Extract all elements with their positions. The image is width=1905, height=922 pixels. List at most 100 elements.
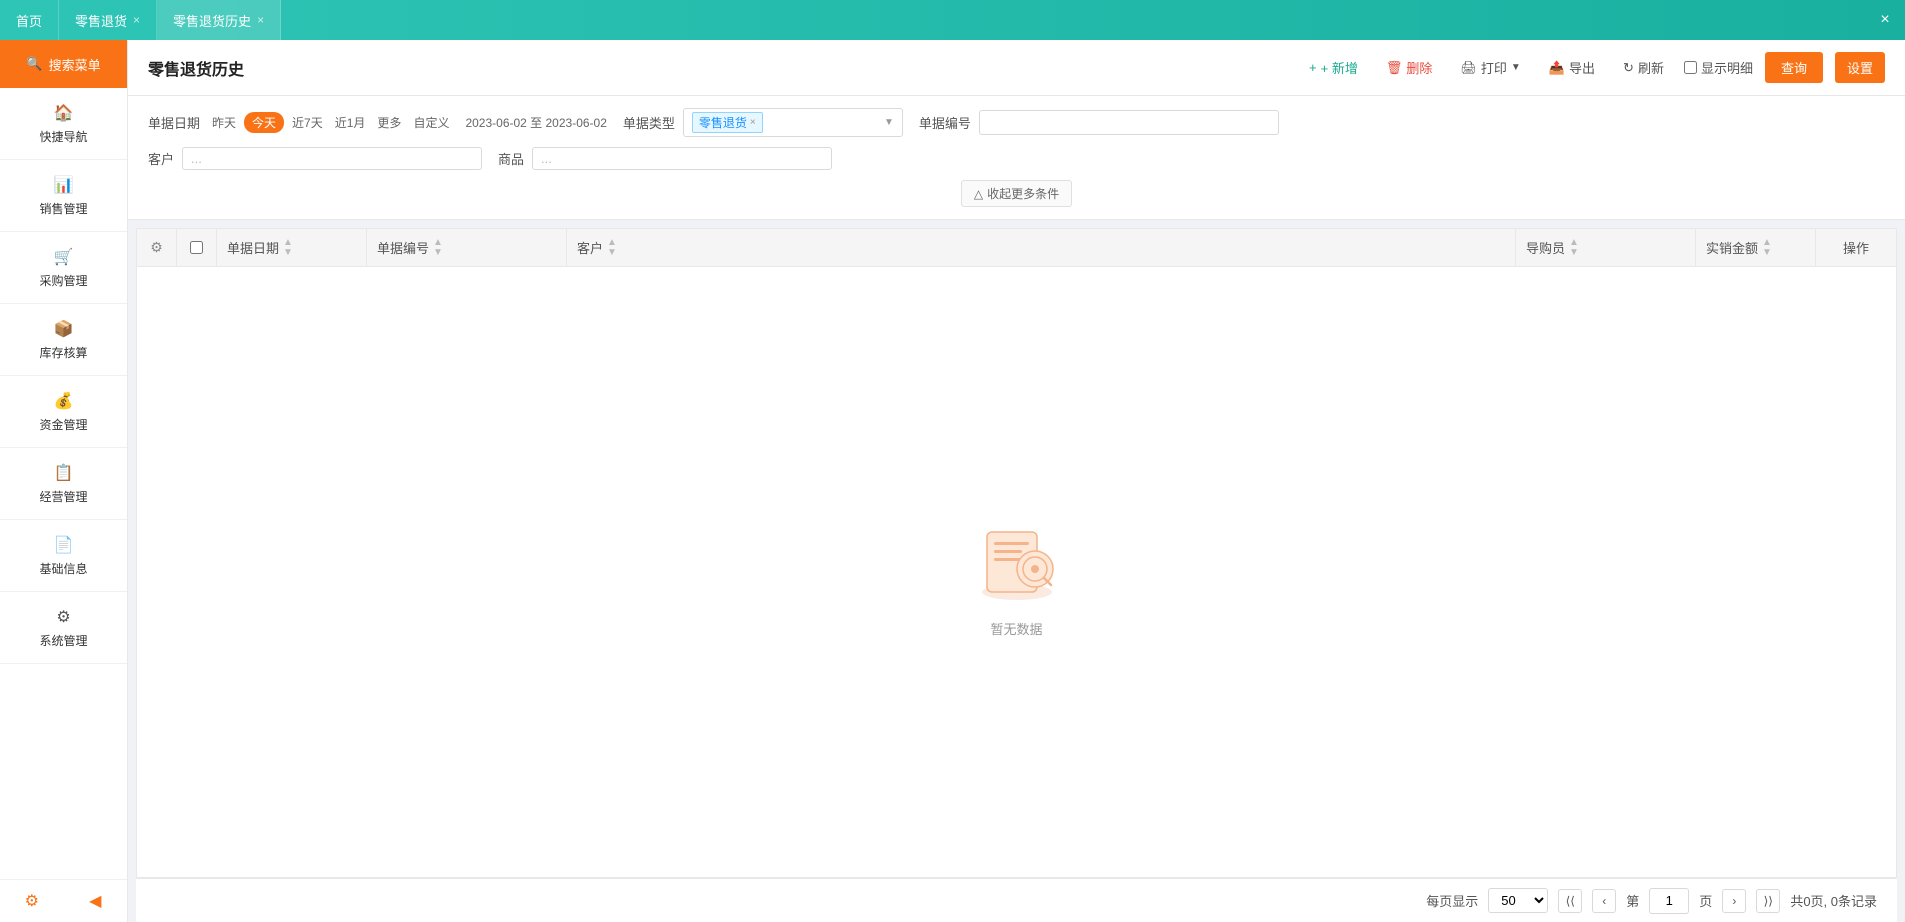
table-select-all-checkbox[interactable] — [177, 229, 217, 266]
collapse-filter-button[interactable]: △ 收起更多条件 — [961, 180, 1072, 207]
customer-placeholder: ... — [191, 151, 202, 166]
show-detail-label: 显示明细 — [1701, 58, 1753, 77]
page-label: 第 — [1626, 891, 1639, 910]
sidebar-item-quicknav-label: 快捷导航 — [39, 128, 87, 145]
sidebar-item-operations-label: 经营管理 — [39, 488, 87, 505]
sidebar-search-button[interactable]: 🔍 搜索菜单 — [0, 40, 127, 88]
table-header: ⚙ 单据日期 ▲▼ 单据编号 ▲▼ 客户 ▲▼ 导购员 — [137, 229, 1896, 267]
sidebar-settings-button[interactable]: ⚙ — [0, 880, 64, 922]
docno-filter-label: 单据编号 — [919, 113, 971, 132]
print-icon: 🖨 — [1460, 60, 1477, 76]
content-area: 零售退货历史 + + 新增 🗑 删除 🖨 打印 ▼ 📤 导出 — [128, 40, 1905, 922]
type-filter-label: 单据类型 — [623, 113, 675, 132]
show-detail-checkbox[interactable]: 显示明细 — [1684, 58, 1753, 77]
per-page-select[interactable]: 50 10 20 100 — [1488, 888, 1548, 913]
next-page-button[interactable]: › — [1722, 889, 1746, 913]
export-button[interactable]: 📤 导出 — [1541, 54, 1603, 81]
th-salesperson-sort-icon: ▲▼ — [1569, 238, 1579, 258]
last-page-button[interactable]: ⟩⟩ — [1756, 889, 1780, 913]
refresh-icon: ↻ — [1623, 60, 1634, 76]
sidebar-item-purchase[interactable]: 🛒 采购管理 — [0, 232, 127, 304]
system-icon: ⚙ — [53, 606, 75, 628]
type-filter-select[interactable]: 零售退货 × ▼ — [683, 108, 903, 137]
sidebar-item-inventory[interactable]: 📦 库存核算 — [0, 304, 127, 376]
sidebar-item-finance[interactable]: 💰 资金管理 — [0, 376, 127, 448]
filter-settings-button[interactable]: 设置 — [1835, 52, 1885, 83]
filter-row-2: 客户 ... 商品 ... — [148, 147, 1885, 170]
print-arrow-icon: ▼ — [1511, 62, 1521, 73]
date-7days-btn[interactable]: 近7天 — [288, 112, 327, 133]
tab-retail-return-label: 零售退货 — [75, 11, 127, 30]
first-page-button[interactable]: ⟨⟨ — [1558, 889, 1582, 913]
type-tag: 零售退货 × — [692, 112, 763, 133]
sidebar-collapse-button[interactable]: ◀ — [64, 880, 128, 922]
empty-state-icon — [967, 507, 1067, 607]
docno-filter-input[interactable] — [979, 110, 1279, 135]
per-page-label: 每页显示 — [1426, 891, 1478, 910]
sidebar-item-quicknav[interactable]: 🏠 快捷导航 — [0, 88, 127, 160]
tab-retail-return[interactable]: 零售退货 × — [59, 0, 157, 40]
docno-filter-item: 单据编号 — [919, 110, 1279, 135]
delete-button[interactable]: 🗑 删除 — [1378, 54, 1441, 81]
th-customer-label: 客户 — [577, 238, 603, 257]
type-tag-close[interactable]: × — [750, 117, 756, 128]
th-salesperson[interactable]: 导购员 ▲▼ — [1516, 229, 1696, 266]
purchase-icon: 🛒 — [53, 246, 75, 268]
tab-retail-return-history-close[interactable]: × — [257, 13, 264, 27]
show-detail-input[interactable] — [1684, 61, 1697, 74]
empty-state: 暂无数据 — [137, 267, 1896, 877]
th-amount-label: 实销金额 — [1706, 238, 1758, 257]
tab-home[interactable]: 首页 — [0, 0, 59, 40]
page-number-input[interactable] — [1649, 888, 1689, 914]
sidebar-item-base-info-label: 基础信息 — [39, 560, 87, 577]
th-amount-sort-icon: ▲▼ — [1762, 238, 1772, 258]
select-all-input[interactable] — [190, 241, 203, 254]
base-info-icon: 📄 — [53, 534, 75, 556]
table-settings-icon[interactable]: ⚙ — [137, 229, 177, 266]
th-customer[interactable]: 客户 ▲▼ — [567, 229, 1516, 266]
th-date-sort-icon: ▲▼ — [283, 238, 293, 258]
date-1month-btn[interactable]: 近1月 — [331, 112, 370, 133]
sidebar-item-operations[interactable]: 📋 经营管理 — [0, 448, 127, 520]
sidebar-item-base-info[interactable]: 📄 基础信息 — [0, 520, 127, 592]
th-amount[interactable]: 实销金额 ▲▼ — [1696, 229, 1816, 266]
th-docno[interactable]: 单据编号 ▲▼ — [367, 229, 567, 266]
new-label: + 新增 — [1321, 58, 1358, 77]
goods-filter-select[interactable]: ... — [532, 147, 832, 170]
sidebar-item-sales[interactable]: 📊 销售管理 — [0, 160, 127, 232]
tab-home-label: 首页 — [16, 11, 42, 30]
tab-retail-return-close[interactable]: × — [133, 13, 140, 27]
date-yesterday-btn[interactable]: 昨天 — [208, 112, 240, 133]
type-filter-item: 单据类型 零售退货 × ▼ — [623, 108, 903, 137]
sales-icon: 📊 — [53, 174, 75, 196]
date-custom-btn[interactable]: 自定义 — [409, 112, 453, 133]
customer-filter-select[interactable]: ... — [182, 147, 482, 170]
date-today-btn[interactable]: 今天 — [244, 112, 284, 133]
tab-retail-return-history-label: 零售退货历史 — [173, 11, 251, 30]
page-title: 零售退货历史 — [148, 56, 244, 80]
refresh-button[interactable]: ↻ 刷新 — [1615, 54, 1672, 81]
table-container: ⚙ 单据日期 ▲▼ 单据编号 ▲▼ 客户 ▲▼ 导购员 — [136, 228, 1897, 878]
empty-state-text: 暂无数据 — [990, 619, 1042, 638]
date-more-btn[interactable]: 更多 — [373, 112, 405, 133]
header-actions: + + 新增 🗑 删除 🖨 打印 ▼ 📤 导出 ↻ — [1301, 52, 1885, 83]
prev-page-button[interactable]: ‹ — [1592, 889, 1616, 913]
tab-retail-return-history[interactable]: 零售退货历史 × — [157, 0, 281, 40]
customer-filter-item: 客户 ... — [148, 147, 482, 170]
window-close-button[interactable]: × — [1865, 0, 1905, 40]
inventory-icon: 📦 — [53, 318, 75, 340]
search-icon: 🔍 — [26, 56, 42, 72]
print-button[interactable]: 🖨 打印 ▼ — [1452, 54, 1528, 81]
goods-filter-item: 商品 ... — [498, 147, 832, 170]
sidebar-item-system[interactable]: ⚙ 系统管理 — [0, 592, 127, 664]
filter-row-1: 单据日期 昨天 今天 近7天 近1月 更多 自定义 2023-06-02 至 2… — [148, 108, 1885, 137]
th-date[interactable]: 单据日期 ▲▼ — [217, 229, 367, 266]
total-info: 共0页, 0条记录 — [1790, 891, 1877, 910]
page-header: 零售退货历史 + + 新增 🗑 删除 🖨 打印 ▼ 📤 导出 — [128, 40, 1905, 96]
goods-filter-label: 商品 — [498, 149, 524, 168]
goods-placeholder: ... — [541, 151, 552, 166]
new-button[interactable]: + + 新增 — [1301, 54, 1366, 81]
pagination-bar: 每页显示 50 10 20 100 ⟨⟨ ‹ 第 页 › ⟩⟩ 共0页, 0条记… — [136, 878, 1897, 922]
refresh-label: 刷新 — [1638, 58, 1664, 77]
query-button[interactable]: 查询 — [1765, 52, 1823, 83]
